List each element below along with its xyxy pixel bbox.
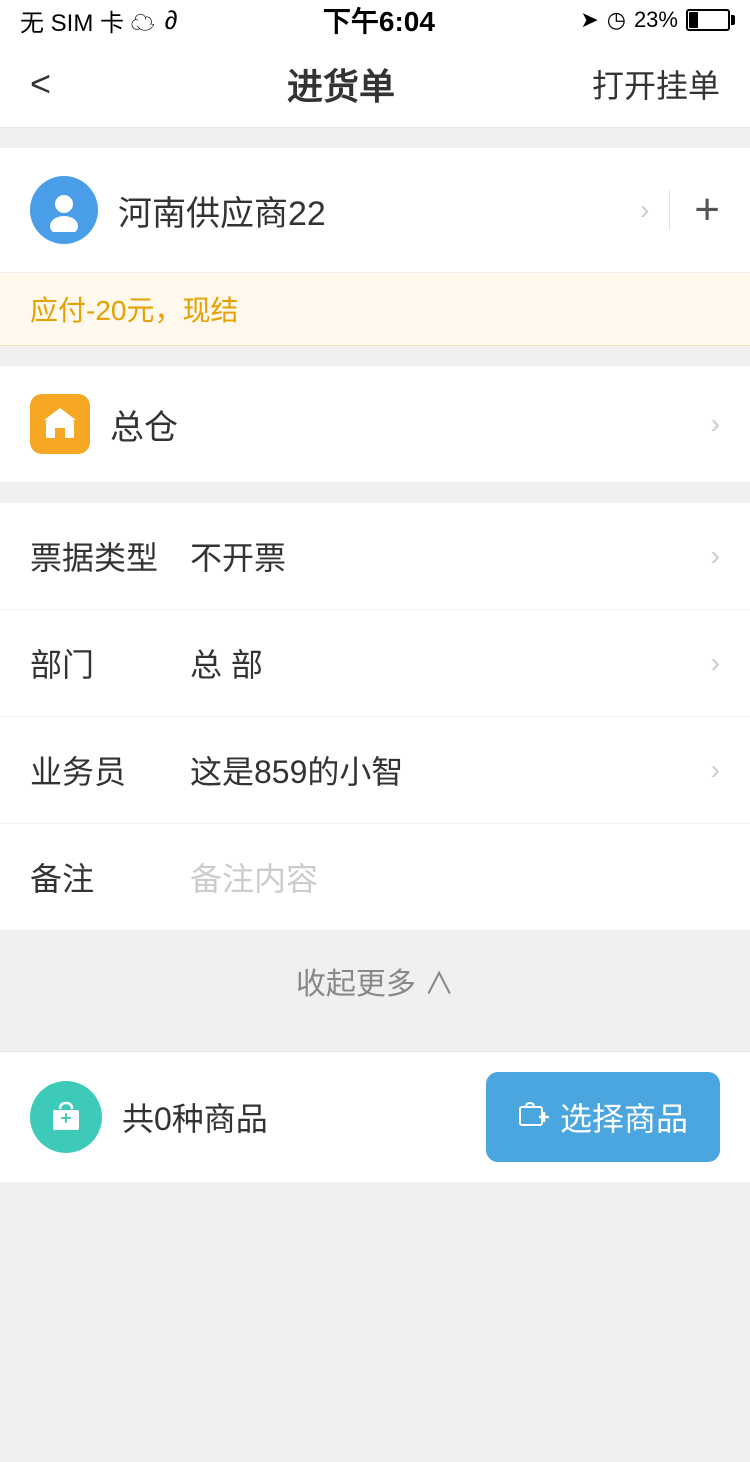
supplier-chevron-icon: › — [640, 194, 649, 226]
supplier-name: 河南供应商22 — [118, 186, 640, 235]
section-gap-4 — [0, 1031, 750, 1051]
warehouse-chevron-icon: › — [711, 408, 720, 440]
goods-count-label: 共0种商品 — [122, 1094, 486, 1140]
ticket-type-value: 不开票 — [190, 533, 711, 579]
collapse-label: 收起更多 ∧ — [296, 959, 454, 1003]
open-pending-button[interactable]: 打开挂单 — [592, 61, 720, 107]
dept-row[interactable]: 部门 总 部 › — [0, 610, 750, 717]
back-button[interactable]: < — [30, 63, 90, 105]
status-right: ➤ ◷ 23% — [580, 7, 730, 33]
remark-label: 备注 — [30, 854, 190, 900]
staff-chevron-icon: › — [711, 754, 720, 786]
remark-row[interactable]: 备注 备注内容 — [0, 824, 750, 931]
page-background — [0, 1182, 750, 1462]
section-gap-3 — [0, 483, 750, 503]
supplier-section: 河南供应商22 › + 应付-20元，现结 — [0, 148, 750, 346]
sim-label: 无 SIM 卡 ☁ — [20, 3, 155, 38]
divider — [669, 190, 670, 230]
section-gap-2 — [0, 346, 750, 366]
status-left: 无 SIM 卡 ☁ ∂ — [20, 3, 178, 38]
select-goods-icon — [518, 1101, 550, 1133]
add-supplier-button[interactable]: + — [694, 188, 720, 232]
notice-bar: 应付-20元，现结 — [0, 273, 750, 346]
bottom-action-row: 共0种商品 选择商品 — [0, 1051, 750, 1182]
wifi-icon: ∂ — [165, 5, 178, 36]
warehouse-section: 总仓 › — [0, 366, 750, 483]
page-title: 进货单 — [287, 58, 395, 110]
warehouse-icon-bg — [30, 394, 90, 454]
select-goods-label: 选择商品 — [560, 1094, 688, 1140]
staff-row[interactable]: 业务员 这是859的小智 › — [0, 717, 750, 824]
dept-chevron-icon: › — [711, 647, 720, 679]
alarm-icon: ◷ — [607, 7, 626, 33]
dept-value: 总 部 — [190, 640, 711, 686]
dept-label: 部门 — [30, 640, 190, 686]
remark-input[interactable]: 备注内容 — [190, 854, 720, 900]
ticket-chevron-icon: › — [711, 540, 720, 572]
battery-percent: 23% — [634, 7, 678, 33]
staff-value: 这是859的小智 — [190, 747, 711, 793]
supplier-row[interactable]: 河南供应商22 › + — [0, 148, 750, 273]
location-icon: ➤ — [580, 7, 598, 33]
staff-label: 业务员 — [30, 747, 190, 793]
ticket-type-label: 票据类型 — [30, 533, 190, 579]
status-time: 下午6:04 — [323, 0, 435, 40]
person-icon — [42, 188, 86, 232]
section-gap-1 — [0, 128, 750, 148]
form-section: 票据类型 不开票 › 部门 总 部 › 业务员 这是859的小智 › 备注 备注… — [0, 503, 750, 931]
battery-icon — [686, 9, 730, 31]
status-bar: 无 SIM 卡 ☁ ∂ 下午6:04 ➤ ◷ 23% — [0, 0, 750, 40]
warehouse-row[interactable]: 总仓 › — [0, 366, 750, 483]
goods-icon — [46, 1097, 86, 1137]
nav-bar: < 进货单 打开挂单 — [0, 40, 750, 128]
supplier-avatar — [30, 176, 98, 244]
collapse-button[interactable]: 收起更多 ∧ — [0, 931, 750, 1031]
goods-icon-bg — [30, 1081, 102, 1153]
select-goods-button[interactable]: 选择商品 — [486, 1072, 720, 1162]
warehouse-icon — [42, 406, 78, 442]
warehouse-name: 总仓 — [110, 400, 711, 449]
ticket-type-row[interactable]: 票据类型 不开票 › — [0, 503, 750, 610]
